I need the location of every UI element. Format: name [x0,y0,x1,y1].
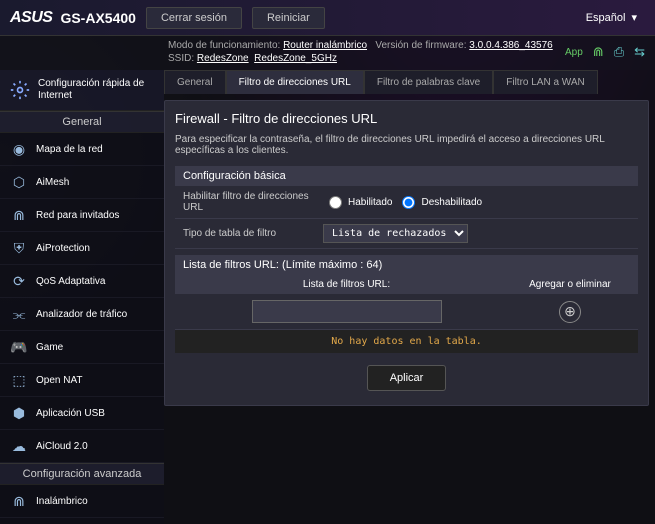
table-type-select[interactable]: Lista de rechazados [323,224,468,243]
menu-icon: ⛨ [10,239,28,257]
sidebar-item-label: QoS Adaptativa [36,276,106,287]
menu-icon: ⬡ [10,173,28,191]
model-name: GS-AX5400 [60,10,135,26]
content-area: GeneralFiltro de direcciones URLFiltro d… [164,70,655,524]
language-label: Español [586,12,626,24]
chevron-down-icon: ▾ [631,11,637,24]
list-input-row: ⊕ [175,294,638,330]
sidebar-header-general: General [0,111,164,133]
sidebar-item-inalámbrico[interactable]: ⋒ Inalámbrico [0,485,164,518]
enabled-label: Habilitado [348,197,392,208]
ssid-label: SSID: [168,53,194,64]
section-basic: Configuración básica [175,166,638,186]
col-url: Lista de filtros URL: [183,279,510,290]
gear-icon [10,80,30,100]
sidebar-item-label: Aplicación USB [36,408,105,419]
sidebar-item-mapa-de-la-red[interactable]: ◉ Mapa de la red [0,133,164,166]
enabled-radio[interactable] [329,196,342,209]
panel-description: Para especificar la contraseña, el filtr… [175,134,638,156]
fw-link[interactable]: 3.0.0.4.386_43576 [469,40,552,51]
ssid1-link[interactable]: RedesZone [197,53,249,64]
brand-logo: ASUS [10,9,52,27]
sidebar-item-label: Inalámbrico [36,496,88,507]
menu-icon: ⋒ [10,206,28,224]
menu-icon: ⬚ [10,371,28,389]
tab-bar: GeneralFiltro de direcciones URLFiltro d… [164,70,649,94]
sidebar-item-label: Analizador de tráfico [36,309,127,320]
disabled-radio[interactable] [402,196,415,209]
disabled-label: Deshabilitado [421,197,482,208]
client-icon[interactable]: ⇆ [634,44,645,60]
menu-icon: ⬢ [10,404,28,422]
plus-icon: ⊕ [564,303,576,320]
sidebar-item-aimesh[interactable]: ⬡ AiMesh [0,166,164,199]
sidebar-item-open-nat[interactable]: ⬚ Open NAT [0,364,164,397]
sidebar-item-game[interactable]: 🎮 Game [0,331,164,364]
sidebar-item-label: AiMesh [36,177,69,188]
url-input[interactable] [252,300,442,323]
info-bar: Modo de funcionamiento: Router inalámbri… [0,36,655,70]
mode-label: Modo de funcionamiento: [168,40,280,51]
menu-icon: ◉ [10,140,28,158]
quick-setup-label: Configuración rápida de Internet [38,78,154,102]
menu-icon: 🎮 [10,338,28,356]
sidebar-item-aiprotection[interactable]: ⛨ AiProtection [0,232,164,265]
language-selector[interactable]: Español ▾ [578,7,645,28]
wifi-icon[interactable]: ⋒ [593,44,604,60]
sidebar-item-label: Red para invitados [36,210,119,221]
sidebar-item-label: AiCloud 2.0 [36,441,88,452]
tab-filtro-de-palabras-clave[interactable]: Filtro de palabras clave [364,70,493,94]
firewall-panel: Firewall - Filtro de direcciones URL Par… [164,100,649,406]
sidebar-item-label: Game [36,342,63,353]
enable-filter-row: Habilitar filtro de direcciones URL Habi… [175,186,638,219]
table-type-row: Tipo de tabla de filtro Lista de rechaza… [175,219,638,249]
enable-filter-label: Habilitar filtro de direcciones URL [183,191,323,213]
app-link[interactable]: App [565,47,583,58]
col-action: Agregar o eliminar [510,279,630,290]
fw-label: Versión de firmware: [375,40,466,51]
empty-message: No hay datos en la tabla. [175,330,638,353]
menu-icon: ☁ [10,437,28,455]
tab-general[interactable]: General [164,70,226,94]
sidebar-item-label: AiProtection [36,243,90,254]
sidebar-item-aicloud-2.0[interactable]: ☁ AiCloud 2.0 [0,430,164,463]
usb-icon[interactable]: ⎙ [614,44,624,60]
sidebar: Configuración rápida de Internet General… [0,70,164,524]
quick-setup-button[interactable]: Configuración rápida de Internet [0,70,164,111]
menu-icon: ⟳ [10,272,28,290]
tab-filtro-de-direcciones-url[interactable]: Filtro de direcciones URL [226,70,364,94]
sidebar-item-red-para-invitados[interactable]: ⋒ Red para invitados [0,199,164,232]
status-icons: App ⋒ ⎙ ⇆ [565,40,645,64]
ssid2-link[interactable]: RedesZone_5GHz [254,53,337,64]
logout-button[interactable]: Cerrar sesión [146,7,242,29]
sidebar-header-advanced: Configuración avanzada [0,463,164,485]
menu-icon: ⫘ [10,305,28,323]
reboot-button[interactable]: Reiniciar [252,7,325,29]
sidebar-item-analizador-de-tráfico[interactable]: ⫘ Analizador de tráfico [0,298,164,331]
apply-button[interactable]: Aplicar [367,365,447,391]
table-type-label: Tipo de tabla de filtro [183,228,323,239]
sidebar-item-lan[interactable]: ⊞LAN [0,518,164,524]
add-button[interactable]: ⊕ [559,301,581,323]
menu-icon: ⋒ [10,492,28,510]
top-bar: ASUS GS-AX5400 Cerrar sesión Reiniciar E… [0,0,655,36]
sidebar-item-label: Open NAT [36,375,83,386]
mode-link[interactable]: Router inalámbrico [283,40,367,51]
sidebar-item-label: Mapa de la red [36,144,103,155]
tab-filtro-lan-a-wan[interactable]: Filtro LAN a WAN [493,70,598,94]
sidebar-item-aplicación-usb[interactable]: ⬢ Aplicación USB [0,397,164,430]
list-header: Lista de filtros URL: Agregar o eliminar [175,275,638,294]
panel-title: Firewall - Filtro de direcciones URL [175,111,638,126]
section-url-list: Lista de filtros URL: (Límite máximo : 6… [175,255,638,275]
sidebar-item-qos-adaptativa[interactable]: ⟳ QoS Adaptativa [0,265,164,298]
